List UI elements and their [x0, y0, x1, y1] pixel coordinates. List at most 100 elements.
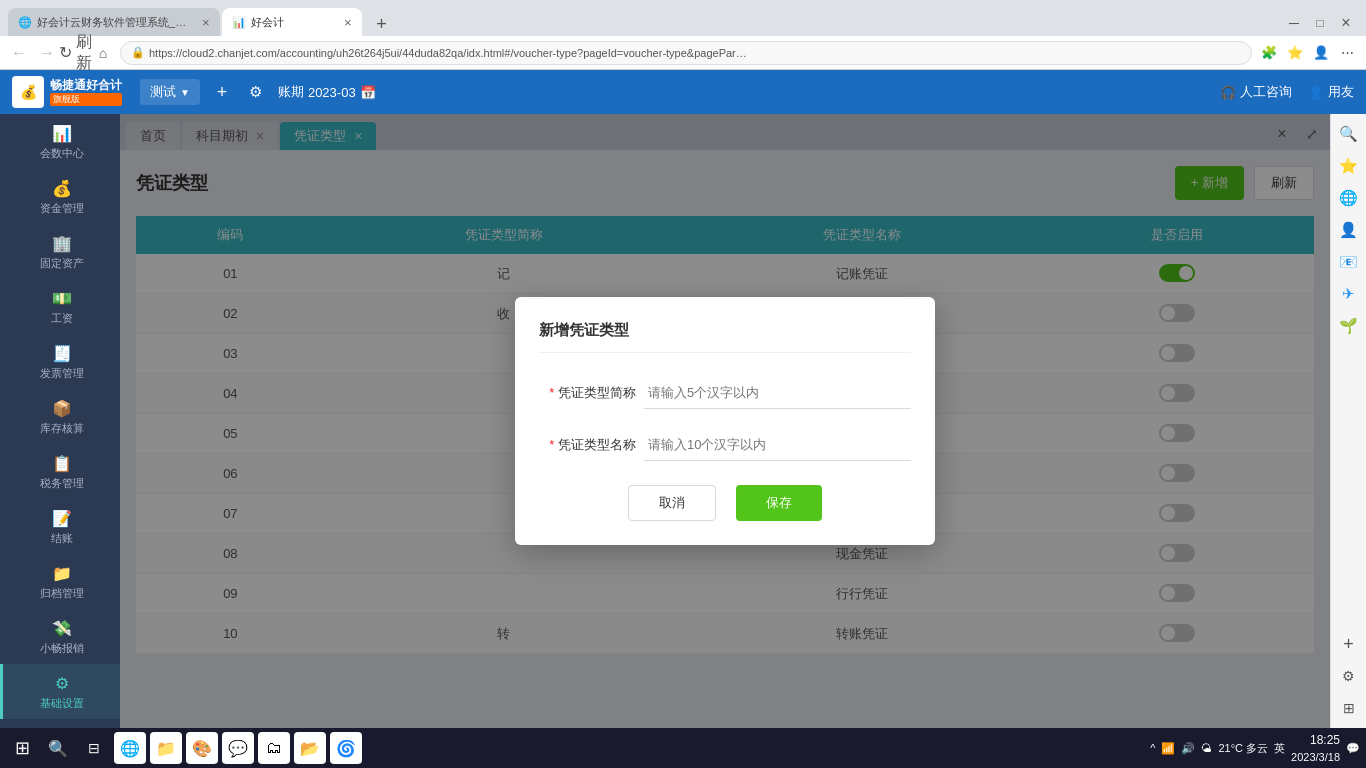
right-outlook-btn[interactable]: 📧: [1335, 248, 1363, 276]
maximize-btn[interactable]: □: [1308, 14, 1332, 32]
task-view-btn[interactable]: ⊟: [78, 732, 110, 764]
right-add-btn[interactable]: +: [1335, 630, 1363, 658]
taskbar-network-icon: 📶: [1161, 742, 1175, 755]
minimize-btn[interactable]: ─: [1282, 14, 1306, 32]
right-star-btn[interactable]: ⭐: [1335, 152, 1363, 180]
sidebar-item-asset[interactable]: 🏢 固定资产: [0, 224, 120, 279]
expense-icon: 💸: [52, 619, 72, 638]
favorites-btn[interactable]: ⭐: [1284, 42, 1306, 64]
close-btn[interactable]: ×: [1334, 14, 1358, 32]
sidebar-item-invoice[interactable]: 🧾 发票管理: [0, 334, 120, 389]
add-company-btn[interactable]: +: [210, 80, 234, 104]
save-button[interactable]: 保存: [736, 485, 822, 521]
sidebar-label-settle: 结账: [51, 531, 73, 546]
extensions-btn[interactable]: 🧩: [1258, 42, 1280, 64]
url-bar[interactable]: 🔒 https://cloud2.chanjet.com/accounting/…: [120, 41, 1252, 65]
dashboard-icon: 📊: [52, 124, 72, 143]
sidebar-item-dashboard[interactable]: 📊 会数中心: [0, 114, 120, 169]
taskbar-time: 18:25: [1291, 731, 1340, 749]
sidebar-item-fund[interactable]: 💰 资金管理: [0, 169, 120, 224]
sidebar-item-settle[interactable]: 📝 结账: [0, 499, 120, 554]
search-taskbar-btn[interactable]: 🔍: [42, 732, 74, 764]
cancel-button[interactable]: 取消: [628, 485, 716, 521]
taskbar-app-explorer[interactable]: 📁: [150, 732, 182, 764]
sidebar-label-asset: 固定资产: [40, 256, 84, 271]
sidebar-label-archive: 归档管理: [40, 586, 84, 601]
taskbar-app-paint[interactable]: 🎨: [186, 732, 218, 764]
salary-icon: 💵: [52, 289, 72, 308]
right-settings-btn[interactable]: ⚙: [1335, 662, 1363, 690]
taskbar-app-edge[interactable]: 🌐: [114, 732, 146, 764]
start-btn[interactable]: ⊞: [6, 732, 38, 764]
taskbar-notif-icon[interactable]: 💬: [1346, 742, 1360, 755]
tab1-close[interactable]: ×: [202, 15, 210, 30]
name-input[interactable]: [644, 429, 911, 461]
refresh-label: 刷新: [76, 32, 92, 74]
right-send-btn[interactable]: ✈: [1335, 280, 1363, 308]
sidebar-item-salary[interactable]: 💵 工资: [0, 279, 120, 334]
user-icon: 👤: [1308, 85, 1324, 100]
refresh-btn[interactable]: ↻刷新: [64, 42, 86, 64]
right-search-btn[interactable]: 🔍: [1335, 120, 1363, 148]
sidebar-item-expense[interactable]: 💸 小畅报销: [0, 609, 120, 664]
settings-icon[interactable]: ⚙: [244, 80, 268, 104]
taskbar-date: 2023/3/18: [1291, 749, 1340, 766]
fund-icon: 💰: [52, 179, 72, 198]
sidebar-item-inventory[interactable]: 📦 库存核算: [0, 389, 120, 444]
settings-nav-icon: ⚙: [55, 674, 69, 693]
logo-icon: 💰: [12, 76, 44, 108]
sidebar-item-guide[interactable]: 🆕 新手引导: [0, 719, 120, 728]
settle-icon: 📝: [52, 509, 72, 528]
profile-btn[interactable]: 👤: [1310, 42, 1332, 64]
taskbar-sound-icon: 🔊: [1181, 742, 1195, 755]
period-value: 2023-03: [308, 85, 356, 100]
sidebar: 📊 会数中心 💰 资金管理 🏢 固定资产 💵 工资 🧾 发票管理: [0, 114, 120, 728]
taskbar-weather-text: 21°C 多云: [1218, 741, 1268, 756]
name-label: * 凭证类型名称: [539, 436, 644, 454]
company-selector[interactable]: 测试 ▼: [140, 79, 200, 105]
lock-icon: 🔒: [131, 46, 145, 59]
tab2-favicon: 📊: [232, 16, 246, 29]
url-text: https://cloud2.chanjet.com/accounting/uh…: [149, 47, 749, 59]
tab1-favicon: 🌐: [18, 16, 32, 29]
right-grid-btn[interactable]: ⊞: [1335, 694, 1363, 722]
taskbar-time-date: 18:25 2023/3/18: [1291, 731, 1340, 766]
modal-title: 新增凭证类型: [539, 321, 629, 338]
logo-badge: 旗舰版: [50, 93, 122, 106]
tab1-title: 好会计云财务软件管理系统_会计: [37, 15, 197, 30]
taskbar-app-browser[interactable]: 🌀: [330, 732, 362, 764]
sidebar-item-tax[interactable]: 📋 税务管理: [0, 444, 120, 499]
sidebar-item-settings[interactable]: ⚙ 基础设置: [0, 664, 120, 719]
abbr-input[interactable]: [644, 377, 911, 409]
home-btn[interactable]: ⌂: [92, 42, 114, 64]
sidebar-label-dashboard: 会数中心: [40, 146, 84, 161]
consult-label: 人工咨询: [1240, 83, 1292, 101]
browser-tab-1[interactable]: 🌐 好会计云财务软件管理系统_会计 ×: [8, 8, 220, 36]
user-btn[interactable]: 👤 用友: [1308, 83, 1354, 101]
period-label: 账期: [278, 83, 304, 101]
tab2-close[interactable]: ×: [344, 15, 352, 30]
user-label: 用友: [1328, 83, 1354, 101]
right-globe-btn[interactable]: 🌐: [1335, 184, 1363, 212]
back-btn[interactable]: ←: [8, 42, 30, 64]
right-leaf-btn[interactable]: 🌱: [1335, 312, 1363, 340]
logo-text: 畅捷通好合计: [50, 78, 122, 92]
more-btn[interactable]: ⋯: [1336, 42, 1358, 64]
taskbar-weather-icon: 🌤: [1201, 742, 1212, 754]
company-name: 测试: [150, 83, 176, 101]
asset-icon: 🏢: [52, 234, 72, 253]
sidebar-label-salary: 工资: [51, 311, 73, 326]
taskbar-chevron-up[interactable]: ^: [1150, 742, 1155, 754]
calendar-icon[interactable]: 📅: [360, 85, 376, 100]
right-user-btn[interactable]: 👤: [1335, 216, 1363, 244]
forward-btn[interactable]: →: [36, 42, 58, 64]
sidebar-item-archive[interactable]: 📁 归档管理: [0, 554, 120, 609]
new-tab-btn[interactable]: +: [368, 12, 396, 36]
taskbar-app-folder[interactable]: 📂: [294, 732, 326, 764]
taskbar: ⊞ 🔍 ⊟ 🌐 📁 🎨 💬 🗂 📂 🌀 ^ 📶 🔊 🌤 21°C 多云 英 18…: [0, 728, 1366, 768]
browser-tab-2[interactable]: 📊 好会计 ×: [222, 8, 362, 36]
taskbar-app-store[interactable]: 🗂: [258, 732, 290, 764]
right-panel: 🔍 ⭐ 🌐 👤 📧 ✈ 🌱 + ⚙ ⊞: [1330, 114, 1366, 728]
taskbar-app-wechat[interactable]: 💬: [222, 732, 254, 764]
consult-btn[interactable]: 🎧 人工咨询: [1220, 83, 1292, 101]
